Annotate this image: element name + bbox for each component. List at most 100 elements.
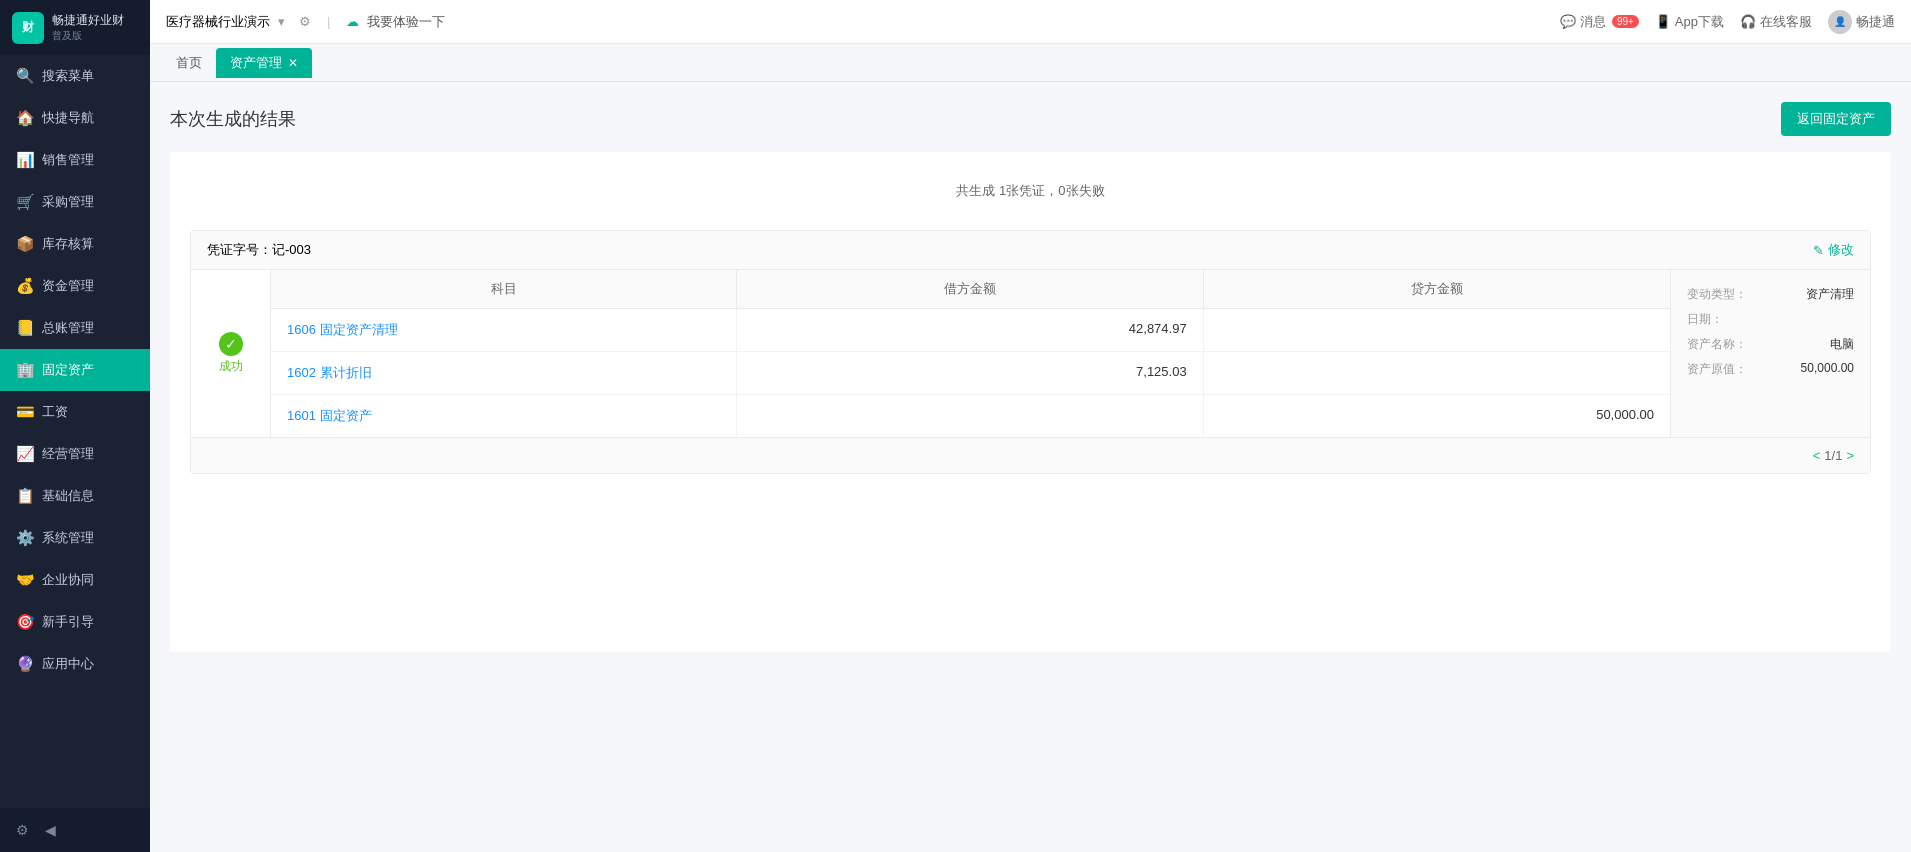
edit-icon: ✎	[1813, 243, 1824, 258]
row3-credit: 50,000.00	[1204, 395, 1670, 437]
edit-label: 修改	[1828, 241, 1854, 259]
sidebar-item-fixedasset[interactable]: 🏢 固定资产	[0, 349, 150, 391]
user-info[interactable]: 👤 畅捷通	[1828, 10, 1895, 34]
sidebar-label-fixedasset: 固定资产	[42, 361, 94, 379]
sidebar-label-guide: 新手引导	[42, 613, 94, 631]
voucher-card: 凭证字号：记-003 ✎ 修改 ✓ 成功	[190, 230, 1871, 474]
sidebar-label-collab: 企业协同	[42, 571, 94, 589]
page-info: 1/1	[1824, 448, 1842, 463]
online-service-label: 在线客服	[1760, 13, 1812, 31]
change-type-label: 变动类型：	[1687, 286, 1747, 303]
sidebar-item-basic[interactable]: 📋 基础信息	[0, 475, 150, 517]
row2-credit	[1204, 352, 1670, 394]
headset-icon: 🎧	[1740, 14, 1756, 29]
result-summary: 共生成 1张凭证，0张失败	[190, 172, 1871, 210]
sidebar-item-salary[interactable]: 💳工资	[0, 391, 150, 433]
success-icon: ✓	[219, 332, 243, 356]
status-column: ✓ 成功	[191, 270, 271, 437]
settings-icon[interactable]: ⚙	[16, 822, 29, 838]
sidebar-item-search[interactable]: 🔍 搜索菜单	[0, 55, 150, 97]
avatar: 👤	[1828, 10, 1852, 34]
collapse-icon[interactable]: ◀	[45, 822, 56, 838]
change-type-row: 变动类型： 资产清理	[1687, 286, 1854, 303]
sidebar-label-salary: 工资	[42, 403, 68, 421]
sidebar-icon-purchase: 🛒	[16, 193, 34, 211]
sidebar-label-purchase: 采购管理	[42, 193, 94, 211]
asset-original-value: 50,000.00	[1801, 361, 1854, 378]
sidebar-item-ledger[interactable]: 📒 总账管理	[0, 307, 150, 349]
sidebar-icon-quicknav: 🏠	[16, 109, 34, 127]
sidebar-item-quicknav[interactable]: 🏠 快捷导航	[0, 97, 150, 139]
sidebar-label-basic: 基础信息	[42, 487, 94, 505]
page-title: 本次生成的结果	[170, 107, 296, 131]
app-download-label: App下载	[1675, 13, 1724, 31]
company-name: 医疗器械行业演示	[166, 13, 270, 31]
sidebar-label-sales: 销售管理	[42, 151, 94, 169]
date-row: 日期：	[1687, 311, 1854, 328]
sidebar-item-apps[interactable]: 🔮 应用中心	[0, 643, 150, 685]
username: 畅捷通	[1856, 13, 1895, 31]
row3-subject[interactable]: 1601 固定资产	[271, 395, 737, 437]
help-text[interactable]: 我要体验一下	[367, 13, 445, 31]
sidebar-label-apps: 应用中心	[42, 655, 94, 673]
result-section: 共生成 1张凭证，0张失败 凭证字号：记-003 ✎ 修改 ✓	[170, 152, 1891, 652]
row1-subject[interactable]: 1606 固定资产清理	[271, 309, 737, 351]
return-button[interactable]: 返回固定资产	[1781, 102, 1891, 136]
logo-area: 财 畅捷通好业财 普及版	[0, 0, 150, 55]
sidebar-item-guide[interactable]: 🎯新手引导	[0, 601, 150, 643]
logo-icon: 财	[12, 12, 44, 44]
sidebar-item-management[interactable]: 📈经营管理	[0, 433, 150, 475]
logo-sub: 普及版	[52, 29, 124, 43]
sidebar-label-search: 搜索菜单	[42, 67, 94, 85]
voucher-header: 凭证字号：记-003 ✎ 修改	[191, 231, 1870, 270]
th-subject: 科目	[271, 270, 737, 308]
tab-label: 资产管理	[230, 54, 282, 72]
messages-btn[interactable]: 💬 消息 99+	[1560, 13, 1639, 31]
sidebar-item-sales[interactable]: 📊 销售管理	[0, 139, 150, 181]
table-row: 1602 累计折旧 7,125.03	[271, 352, 1670, 395]
voucher-table: 科目 借方金额 贷方金额 1606 固定资产清理 42,874.97 16	[271, 270, 1670, 437]
settings-header-icon[interactable]: ⚙	[299, 14, 311, 29]
table-row: 1601 固定资产 50,000.00	[271, 395, 1670, 437]
sidebar-item-system[interactable]: ⚙️系统管理	[0, 517, 150, 559]
sidebar-footer: ⚙ ◀	[0, 808, 150, 852]
sidebar-icon-apps: 🔮	[16, 655, 34, 673]
prev-page-icon[interactable]: <	[1813, 448, 1821, 463]
sidebar-item-inventory[interactable]: 📦 库存核算	[0, 223, 150, 265]
sidebar-item-funds[interactable]: 💰 资金管理	[0, 265, 150, 307]
sidebar-item-collab[interactable]: 🤝企业协同	[0, 559, 150, 601]
sidebar-icon-inventory: 📦	[16, 235, 34, 253]
tab-home[interactable]: 首页	[166, 48, 212, 78]
header-left: 医疗器械行业演示 ▾ ⚙ | ☁ 我要体验一下	[166, 13, 445, 31]
logo-text: 畅捷通好业财	[52, 12, 124, 29]
messages-badge: 99+	[1612, 15, 1639, 28]
dropdown-icon[interactable]: ▾	[278, 14, 285, 29]
sidebar-icon-sales: 📊	[16, 151, 34, 169]
sidebar-icon-search: 🔍	[16, 67, 34, 85]
voucher-body: ✓ 成功 科目 借方金额 贷方金额 1606 固定资产清理	[191, 270, 1870, 437]
sidebar-label-inventory: 库存核算	[42, 235, 94, 253]
change-type-value: 资产清理	[1806, 286, 1854, 303]
sidebar-icon-funds: 💰	[16, 277, 34, 295]
online-service-btn[interactable]: 🎧 在线客服	[1740, 13, 1812, 31]
edit-button[interactable]: ✎ 修改	[1813, 241, 1854, 259]
sidebar-label-funds: 资金管理	[42, 277, 94, 295]
tab-close-icon[interactable]: ✕	[288, 56, 298, 70]
row3-debit	[737, 395, 1203, 437]
sidebar-item-purchase[interactable]: 🛒 采购管理	[0, 181, 150, 223]
voucher-side-info: 变动类型： 资产清理 日期： 资产名称： 电脑 资产原值：	[1670, 270, 1870, 437]
asset-name-value: 电脑	[1830, 336, 1854, 353]
sidebar-icon-fixedasset: 🏢	[16, 361, 34, 379]
sidebar-icon-basic: 📋	[16, 487, 34, 505]
sidebar-icon-ledger: 📒	[16, 319, 34, 337]
sidebar-label-management: 经营管理	[42, 445, 94, 463]
sidebar-label-ledger: 总账管理	[42, 319, 94, 337]
status-cell: ✓ 成功	[207, 320, 255, 387]
main-area: 医疗器械行业演示 ▾ ⚙ | ☁ 我要体验一下 💬 消息 99+ 📱 App下载…	[150, 0, 1911, 852]
tab-asset-mgmt[interactable]: 资产管理 ✕	[216, 48, 312, 78]
sidebar-label-quicknav: 快捷导航	[42, 109, 94, 127]
next-page-icon[interactable]: >	[1846, 448, 1854, 463]
app-download-btn[interactable]: 📱 App下载	[1655, 13, 1724, 31]
pagination: < 1/1 >	[191, 437, 1870, 473]
row2-subject[interactable]: 1602 累计折旧	[271, 352, 737, 394]
